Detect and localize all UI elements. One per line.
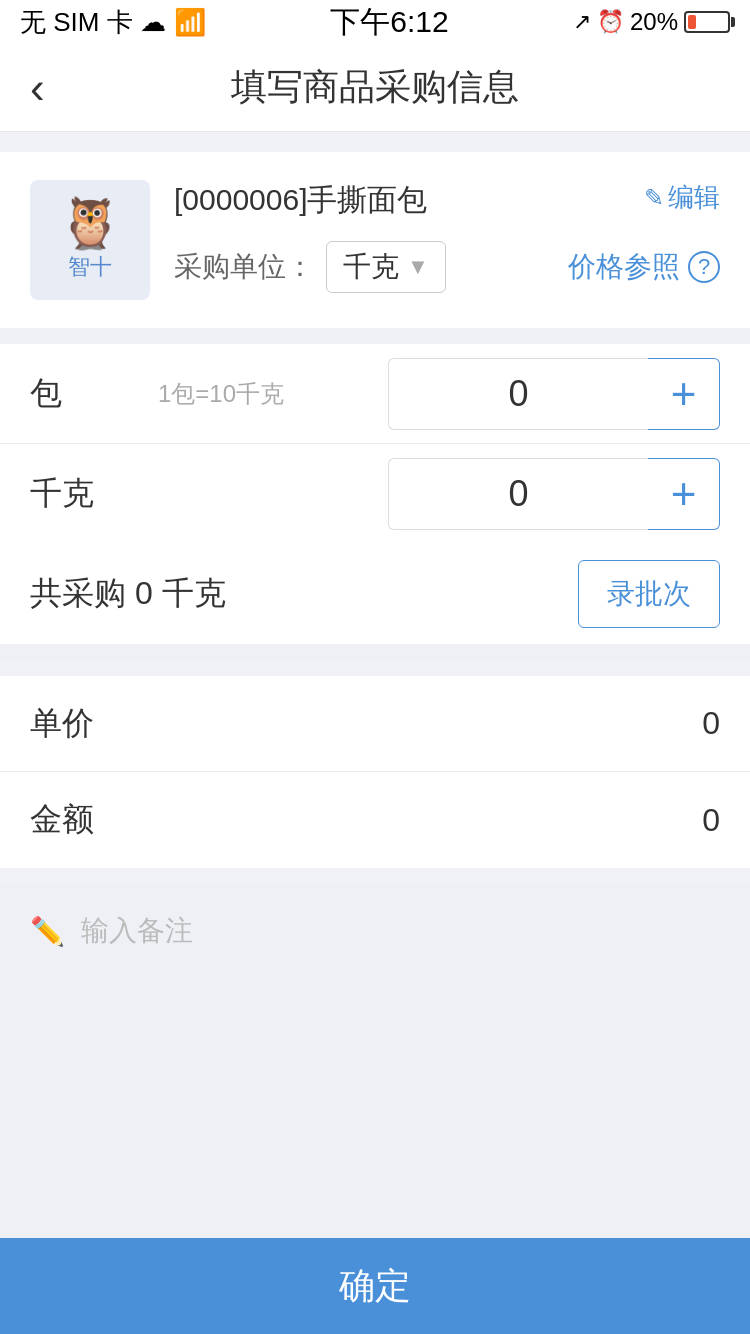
product-icon: 🦉 bbox=[59, 198, 121, 248]
page-title: 填写商品采购信息 bbox=[90, 63, 660, 112]
kg-row: 千克 + bbox=[0, 444, 750, 544]
edit-button[interactable]: ✎ 编辑 bbox=[644, 180, 720, 215]
product-card: 🦉 智十 [0000006]手撕面包 ✎ 编辑 采购单位： 千克 ▼ 价格参照 … bbox=[0, 152, 750, 328]
bao-row: 包 1包=10千克 + bbox=[0, 344, 750, 444]
batch-button[interactable]: 录批次 bbox=[578, 560, 720, 628]
product-brand: 智十 bbox=[68, 252, 112, 282]
confirm-button[interactable]: 确定 bbox=[0, 1238, 750, 1334]
help-icon: ? bbox=[688, 251, 720, 283]
unit-value: 千克 bbox=[343, 248, 399, 286]
unit-price-label: 单价 bbox=[30, 702, 94, 746]
edit-icon: ✎ bbox=[644, 184, 664, 212]
status-time: 下午6:12 bbox=[330, 2, 448, 43]
bao-input[interactable] bbox=[388, 358, 648, 430]
product-name: [0000006]手撕面包 bbox=[174, 180, 427, 221]
battery-pct: 20% bbox=[630, 8, 678, 36]
edit-label: 编辑 bbox=[668, 180, 720, 215]
kg-input[interactable] bbox=[388, 458, 648, 530]
unit-price-row: 单价 0 bbox=[0, 676, 750, 772]
unit-prefix: 采购单位： bbox=[174, 248, 314, 286]
summary-section: 共采购 0 千克 录批次 bbox=[0, 544, 750, 644]
notes-section[interactable]: ✏️ 输入备注 bbox=[0, 884, 750, 978]
unit-price-value: 0 bbox=[702, 705, 720, 742]
status-right: ↗ ⏰ 20% bbox=[573, 8, 730, 36]
product-info: [0000006]手撕面包 ✎ 编辑 采购单位： 千克 ▼ 价格参照 ? bbox=[174, 180, 720, 293]
bao-plus-button[interactable]: + bbox=[648, 358, 720, 430]
price-ref-button[interactable]: 价格参照 ? bbox=[568, 248, 720, 286]
price-section: 单价 0 金额 0 bbox=[0, 676, 750, 868]
sim-label: 无 SIM 卡 ☁ bbox=[20, 5, 166, 40]
back-button[interactable]: ‹ bbox=[30, 63, 90, 113]
amount-row: 金额 0 bbox=[0, 772, 750, 868]
product-thumbnail: 🦉 智十 bbox=[30, 180, 150, 300]
quantity-section: 包 1包=10千克 + 千克 + bbox=[0, 344, 750, 544]
bao-label: 包 bbox=[30, 372, 150, 416]
alarm-icon: ⏰ bbox=[597, 9, 624, 35]
battery-icon bbox=[684, 11, 730, 33]
kg-plus-button[interactable]: + bbox=[648, 458, 720, 530]
amount-value: 0 bbox=[702, 802, 720, 839]
status-bar: 无 SIM 卡 ☁ 📶 下午6:12 ↗ ⏰ 20% bbox=[0, 0, 750, 44]
section-divider-2 bbox=[0, 644, 750, 660]
summary-text: 共采购 0 千克 bbox=[30, 572, 226, 616]
amount-label: 金额 bbox=[30, 798, 94, 842]
section-divider-1 bbox=[0, 328, 750, 344]
status-left: 无 SIM 卡 ☁ 📶 bbox=[20, 5, 206, 40]
nav-bar: ‹ 填写商品采购信息 bbox=[0, 44, 750, 132]
dropdown-icon: ▼ bbox=[407, 254, 429, 280]
notes-placeholder: 输入备注 bbox=[81, 912, 193, 950]
price-ref-label: 价格参照 bbox=[568, 248, 680, 286]
location-icon: ↗ bbox=[573, 9, 591, 35]
wifi-icon: 📶 bbox=[174, 7, 206, 38]
kg-label: 千克 bbox=[30, 472, 150, 516]
pencil-icon: ✏️ bbox=[30, 915, 65, 948]
unit-select[interactable]: 千克 ▼ bbox=[326, 241, 446, 293]
bao-sublabel: 1包=10千克 bbox=[158, 378, 284, 410]
